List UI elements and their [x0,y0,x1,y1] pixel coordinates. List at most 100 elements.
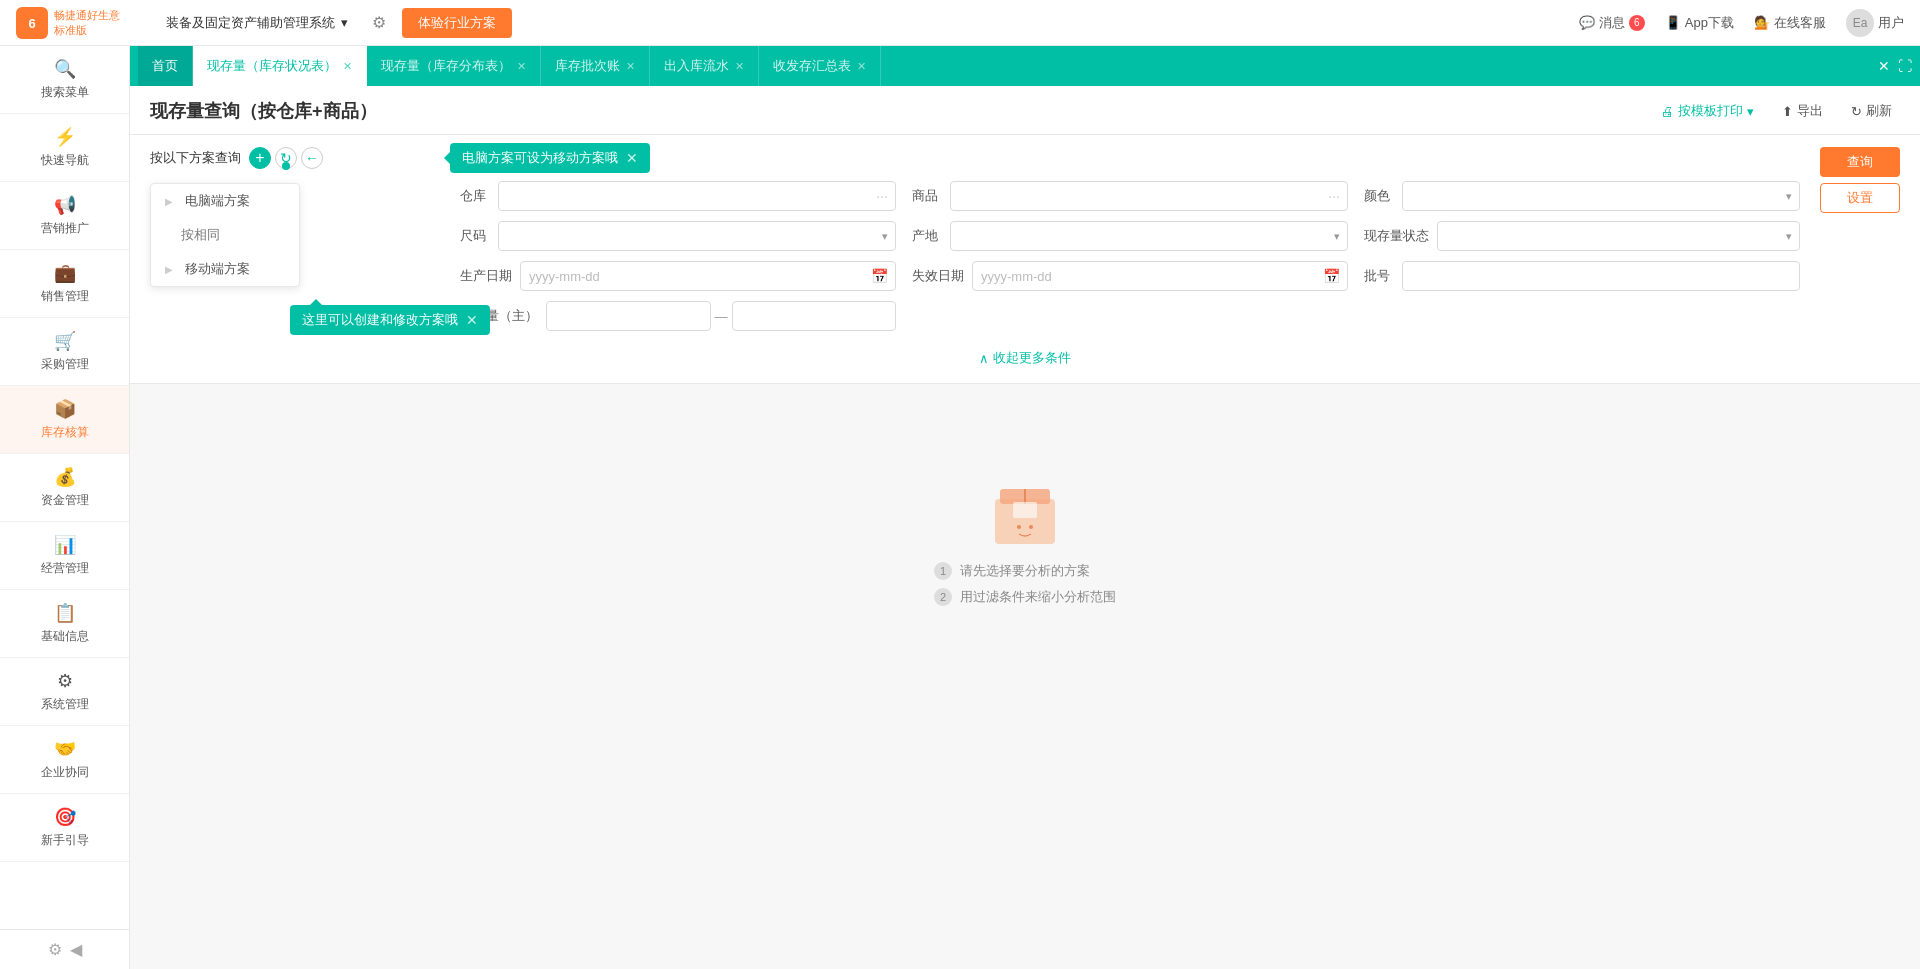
tab-inout[interactable]: 出入库流水 ✕ [650,46,759,86]
tab-inventory-status[interactable]: 现存量（库存状况表） ✕ [193,46,367,86]
collapse-row: ∧ 收起更多条件 [150,341,1900,371]
sidebar-item-label: 营销推广 [41,220,89,237]
industry-button[interactable]: 体验行业方案 [402,8,512,38]
marketing-icon: 📢 [54,194,76,216]
sidebar-item-marketing[interactable]: 📢 营销推广 [0,182,129,250]
settings-gear-button[interactable]: ⚙ [368,9,390,36]
sidebar-item-enterprise[interactable]: 🤝 企业协同 [0,726,129,794]
sidebar-item-operation[interactable]: 📊 经营管理 [0,522,129,590]
tab-close-icon[interactable]: ✕ [517,60,526,73]
online-service-label: 在线客服 [1774,14,1826,32]
sidebar-item-quick[interactable]: ⚡ 快速导航 [0,114,129,182]
sidebar-footer: ⚙ ◀ [0,929,129,969]
message-label: 消息 [1599,14,1625,32]
refresh-button[interactable]: ↻ 刷新 [1843,98,1900,124]
scheme-tooltip-close[interactable]: ✕ [626,150,638,166]
home-tab-label: 首页 [152,57,178,75]
sidebar-item-label: 搜索菜单 [41,84,89,101]
tab-bar: 首页 现存量（库存状况表） ✕ 现存量（库存分布表） ✕ 库存批次账 ✕ 出入库… [130,46,1920,86]
expire-date-input[interactable] [972,261,1348,291]
sidebar-item-guide[interactable]: 🎯 新手引导 [0,794,129,862]
tab-close-all-icon[interactable]: ✕ [1878,58,1890,74]
main-layout: 🔍 搜索菜单 ⚡ 快速导航 📢 营销推广 💼 销售管理 🛒 采购管理 📦 库存核… [0,46,1920,969]
tab-label: 现存量（库存分布表） [381,57,511,75]
prod-date-input[interactable] [520,261,896,291]
stock-qty-max[interactable] [732,301,897,331]
sidebar-item-label: 快速导航 [41,152,89,169]
sidebar-item-basic[interactable]: 📋 基础信息 [0,590,129,658]
warehouse-input[interactable] [498,181,896,211]
tab-batch[interactable]: 库存批次账 ✕ [541,46,650,86]
stock-qty-min[interactable] [546,301,711,331]
batch-field: 批号 [1364,261,1800,291]
refresh-scheme-button[interactable]: ↻ [275,147,297,169]
origin-select[interactable] [950,221,1348,251]
online-service-button[interactable]: 💁 在线客服 [1754,14,1826,32]
system-selector[interactable]: 装备及固定资产辅助管理系统 ▾ [158,10,356,36]
scheme-item-pc-sub[interactable]: 按相同 [151,218,299,252]
reset-button[interactable]: 设置 [1820,183,1900,213]
app-download-button[interactable]: 📱 App下载 [1665,14,1734,32]
enterprise-icon: 🤝 [54,738,76,760]
batch-input[interactable] [1402,261,1800,291]
page-title-row: 现存量查询（按仓库+商品） 🖨 按模板打印 ▾ ⬆ 导出 ↻ [150,98,1900,134]
step-2-text: 用过滤条件来缩小分析范围 [960,588,1116,606]
color-select-wrap: ▾ [1402,181,1800,211]
product-input[interactable] [950,181,1348,211]
empty-state: 1 请先选择要分析的方案 2 用过滤条件来缩小分析范围 [130,384,1920,686]
prod-date-field: 生产日期 📅 [460,261,896,291]
svg-point-7 [1029,525,1033,529]
top-header: 6 畅捷通好生意 标准版 装备及固定资产辅助管理系统 ▾ ⚙ 体验行业方案 💬 … [0,0,1920,46]
sidebar-item-sales[interactable]: 💼 销售管理 [0,250,129,318]
tab-maximize-icon[interactable]: ⛶ [1898,58,1912,74]
stock-status-select[interactable] [1437,221,1800,251]
color-select[interactable] [1402,181,1800,211]
tab-close-icon[interactable]: ✕ [857,60,866,73]
tab-close-icon[interactable]: ✕ [735,60,744,73]
scheme-item-mobile[interactable]: ▶ 移动端方案 [151,252,299,286]
print-icon: 🖨 [1661,104,1674,119]
logo-icon: 6 [16,7,48,39]
collapse-label: 收起更多条件 [993,349,1071,367]
sidebar-item-purchase[interactable]: 🛒 采购管理 [0,318,129,386]
tab-label: 现存量（库存状况表） [207,57,337,75]
expire-date-field: 失效日期 📅 [912,261,1348,291]
search-fields-row2: 尺码 ▾ 产地 [150,221,1900,251]
size-field: 尺码 ▾ [460,221,896,251]
tab-home[interactable]: 首页 [138,46,193,86]
tab-inventory-dist[interactable]: 现存量（库存分布表） ✕ [367,46,541,86]
search-button[interactable]: 查询 [1820,147,1900,177]
refresh-icon: ↻ [1851,104,1862,119]
scheme-item-pc[interactable]: ▶ 电脑端方案 [151,184,299,218]
tab-collect[interactable]: 收发存汇总表 ✕ [759,46,881,86]
sidebar-settings-icon[interactable]: ⚙ [48,940,62,959]
empty-illustration [975,464,1075,544]
collapse-button[interactable]: ∧ 收起更多条件 [979,349,1071,367]
sidebar-item-label: 资金管理 [41,492,89,509]
add-scheme-button[interactable]: + [249,147,271,169]
sidebar-item-label: 企业协同 [41,764,89,781]
sidebar-item-search[interactable]: 🔍 搜索菜单 [0,46,129,114]
size-select[interactable] [498,221,896,251]
tab-close-icon[interactable]: ✕ [626,60,635,73]
purchase-icon: 🛒 [54,330,76,352]
tab-label: 出入库流水 [664,57,729,75]
collapse-up-icon: ∧ [979,351,989,366]
quick-icon: ⚡ [54,126,76,148]
edit-tooltip-close[interactable]: ✕ [466,312,478,328]
back-scheme-button[interactable]: ← [301,147,323,169]
origin-field: 产地 ▾ [912,221,1348,251]
export-button[interactable]: ⬆ 导出 [1774,98,1831,124]
origin-label: 产地 [912,227,942,245]
sidebar-item-finance[interactable]: 💰 资金管理 [0,454,129,522]
sidebar-collapse-icon[interactable]: ◀ [70,940,82,959]
user-area[interactable]: Ea 用户 [1846,9,1904,37]
sidebar-item-system[interactable]: ⚙ 系统管理 [0,658,129,726]
tab-close-icon[interactable]: ✕ [343,60,352,73]
size-select-wrap: ▾ [498,221,896,251]
page-title: 现存量查询（按仓库+商品） [150,99,377,123]
sidebar-item-inventory[interactable]: 📦 库存核算 [0,386,129,454]
message-button[interactable]: 💬 消息 6 [1579,14,1645,32]
warehouse-input-wrap: ··· [498,181,896,211]
print-button[interactable]: 🖨 按模板打印 ▾ [1653,98,1762,124]
